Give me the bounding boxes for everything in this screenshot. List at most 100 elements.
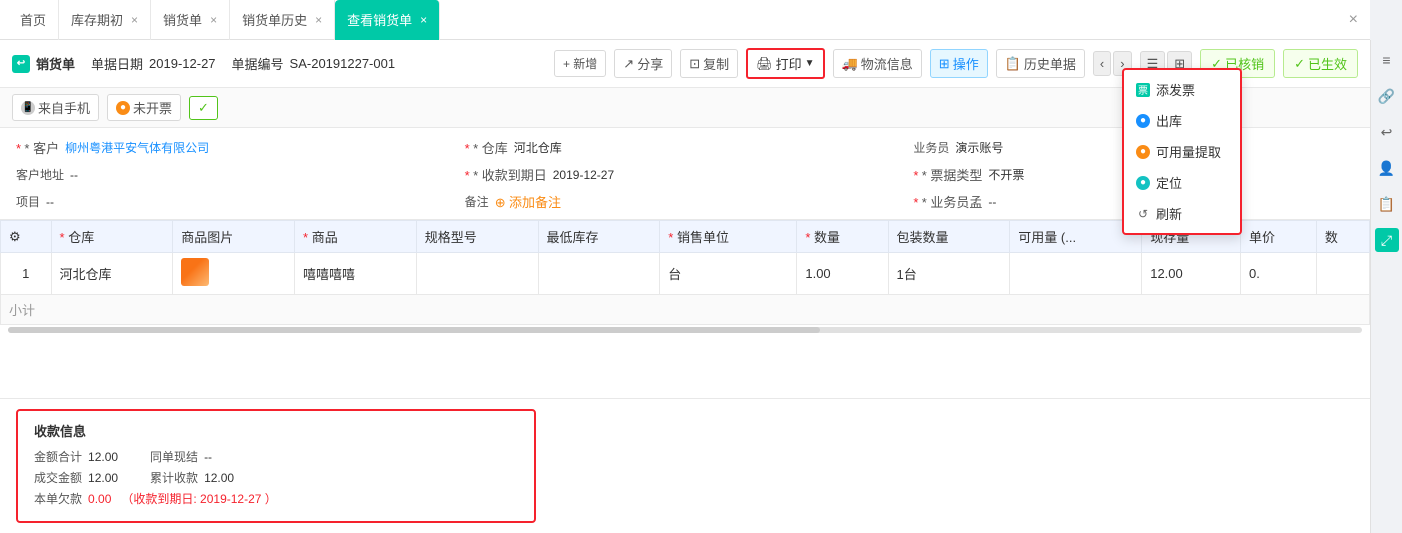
subtotal-row: 小计 bbox=[1, 295, 1370, 325]
table-row: 1 河北仓库 嘻嘻嘻嘻 台 1.00 1台 12.00 0. bbox=[1, 253, 1370, 295]
row-pack-qty: 1台 bbox=[888, 253, 1010, 295]
sidebar-icon-1[interactable]: ≡ bbox=[1375, 48, 1399, 72]
col-min-stock: 最低库存 bbox=[538, 221, 660, 253]
col-settings: ⚙ bbox=[1, 221, 52, 253]
note-label: 备注 bbox=[465, 193, 489, 210]
payment-row-3: 本单欠款 0.00 （收款到期日: 2019-12-27 ） bbox=[34, 490, 518, 507]
share-button[interactable]: ↗ 分享 bbox=[614, 49, 672, 78]
row-current-stock: 12.00 bbox=[1142, 253, 1241, 295]
order-debt-value: 0.00 bbox=[88, 492, 111, 506]
address-field: 客户地址 -- bbox=[16, 166, 457, 183]
tab-view-sales[interactable]: 查看销货单 × bbox=[335, 0, 440, 40]
col-more: 数 bbox=[1316, 221, 1369, 253]
row-sales-unit: 台 bbox=[660, 253, 797, 295]
confirm-icon: ✓ bbox=[198, 100, 209, 116]
ticket-type-value: 不开票 bbox=[988, 166, 1024, 183]
total-amount-label: 金额合计 bbox=[34, 448, 82, 465]
address-label: 客户地址 bbox=[16, 166, 64, 183]
available-extract-label: 可用量提取 bbox=[1156, 142, 1221, 161]
tab-close-view-sales[interactable]: × bbox=[420, 13, 427, 27]
locate-item[interactable]: ● 定位 bbox=[1124, 167, 1240, 198]
add-note-button[interactable]: ⊕ 添加备注 bbox=[495, 192, 561, 211]
doc-title-text: 销货单 bbox=[36, 54, 75, 73]
sidebar-icon-4[interactable]: 👤 bbox=[1375, 156, 1399, 180]
logistics-button[interactable]: 🚚 物流信息 bbox=[833, 49, 922, 78]
new-button[interactable]: + 新增 bbox=[554, 50, 606, 77]
outbound-item[interactable]: ● 出库 bbox=[1124, 105, 1240, 136]
tab-close-sales[interactable]: × bbox=[210, 13, 217, 27]
row-available bbox=[1010, 253, 1142, 295]
copy-button[interactable]: ⊡ 复制 bbox=[680, 49, 738, 78]
ticket-icon: ● bbox=[116, 101, 130, 115]
refresh-label: 刷新 bbox=[1156, 204, 1182, 223]
col-warehouse: * 仓库 bbox=[51, 221, 173, 253]
effective-status-button[interactable]: ✓ 已生效 bbox=[1283, 49, 1358, 78]
right-sidebar: ≡ 🔗 ↩ 👤 📋 ⤢ bbox=[1370, 40, 1402, 533]
sidebar-icon-6[interactable]: ⤢ bbox=[1375, 228, 1399, 252]
warehouse-value: 河北仓库 bbox=[514, 139, 562, 156]
customer-label: * * 客户 bbox=[16, 138, 59, 157]
employee-value: 演示账号 bbox=[955, 139, 1003, 156]
doc-title-icon: ↩ bbox=[12, 55, 30, 73]
total-amount-value: 12.00 bbox=[88, 450, 118, 464]
operate-icon: ⊞ bbox=[939, 56, 950, 72]
due-date-field: * * 收款到期日 2019-12-27 bbox=[465, 165, 906, 184]
deal-amount-value: 12.00 bbox=[88, 471, 118, 485]
warehouse-field: * * 仓库 河北仓库 bbox=[465, 138, 906, 157]
row-spec bbox=[416, 253, 538, 295]
outbound-icon: ● bbox=[1136, 114, 1150, 128]
available-extract-item[interactable]: ● 可用量提取 bbox=[1124, 136, 1240, 167]
tab-inventory-start[interactable]: 库存期初 × bbox=[59, 0, 151, 40]
doc-title: ↩ 销货单 bbox=[12, 54, 75, 73]
order-debt-label: 本单欠款 bbox=[34, 490, 82, 507]
refresh-item[interactable]: ↺ 刷新 bbox=[1124, 198, 1240, 229]
salesperson-label: * * 业务员孟 bbox=[913, 192, 982, 211]
sidebar-icon-5[interactable]: 📋 bbox=[1375, 192, 1399, 216]
due-date-label: * * 收款到期日 bbox=[465, 165, 547, 184]
tab-close-inventory[interactable]: × bbox=[131, 13, 138, 27]
same-order-settle-value: -- bbox=[204, 450, 212, 464]
project-value: -- bbox=[46, 195, 54, 209]
order-debt-item: 本单欠款 0.00 （收款到期日: 2019-12-27 ） bbox=[34, 490, 277, 507]
project-field: 项目 -- bbox=[16, 193, 457, 210]
prev-button[interactable]: ‹ bbox=[1093, 51, 1111, 76]
print-dropdown-arrow: ▼ bbox=[805, 58, 815, 69]
copy-icon: ⊡ bbox=[689, 56, 700, 72]
sidebar-icon-2[interactable]: 🔗 bbox=[1375, 84, 1399, 108]
tab-home[interactable]: 首页 bbox=[8, 0, 59, 40]
horizontal-scrollbar[interactable] bbox=[8, 327, 1362, 333]
confirm-button[interactable]: ✓ bbox=[189, 96, 218, 120]
outbound-label: 出库 bbox=[1156, 111, 1182, 130]
history-icon: 📋 bbox=[1005, 56, 1021, 72]
product-image bbox=[181, 258, 209, 286]
print-button[interactable]: 🖨 打印 ▼ bbox=[746, 48, 824, 79]
not-open-button[interactable]: ● 未开票 bbox=[107, 94, 181, 121]
operate-dropdown: 票 添发票 ● 出库 ● 可用量提取 ● 定位 ↺ 刷新 bbox=[1122, 68, 1242, 235]
cumulative-receipt-item: 累计收款 12.00 bbox=[150, 469, 234, 486]
due-date-value: 2019-12-27 bbox=[553, 168, 614, 182]
col-pack-qty: 包装数量 bbox=[888, 221, 1010, 253]
from-phone-button[interactable]: 📱 来自手机 bbox=[12, 94, 99, 121]
row-quantity: 1.00 bbox=[797, 253, 888, 295]
tab-sales-order[interactable]: 销货单 × bbox=[151, 0, 230, 40]
subtotal-label: 小计 bbox=[1, 295, 1370, 325]
window-close-button[interactable]: × bbox=[1349, 11, 1358, 29]
add-invoice-item[interactable]: 票 添发票 bbox=[1124, 74, 1240, 105]
tab-close-history[interactable]: × bbox=[315, 13, 322, 27]
tab-sales-history[interactable]: 销货单历史 × bbox=[230, 0, 335, 40]
payment-row-1: 金额合计 12.00 同单现结 -- bbox=[34, 448, 518, 465]
row-min-stock bbox=[538, 253, 660, 295]
locate-icon: ● bbox=[1136, 176, 1150, 190]
sidebar-icon-3[interactable]: ↩ bbox=[1375, 120, 1399, 144]
history-button[interactable]: 📋 历史单据 bbox=[996, 49, 1085, 78]
col-quantity: * 数量 bbox=[797, 221, 888, 253]
operate-button[interactable]: ⊞ 操作 bbox=[930, 49, 988, 78]
payment-info-box: 收款信息 金额合计 12.00 同单现结 -- 成交金额 12.00 bbox=[16, 409, 536, 523]
customer-value[interactable]: 柳州粤港平安气体有限公司 bbox=[65, 139, 209, 156]
available-extract-icon: ● bbox=[1136, 145, 1150, 159]
bottom-section: 收款信息 金额合计 12.00 同单现结 -- 成交金额 12.00 bbox=[0, 398, 1370, 533]
project-label: 项目 bbox=[16, 193, 40, 210]
deal-amount-item: 成交金额 12.00 bbox=[34, 469, 118, 486]
share-icon: ↗ bbox=[623, 56, 634, 72]
scroll-thumb bbox=[8, 327, 820, 333]
